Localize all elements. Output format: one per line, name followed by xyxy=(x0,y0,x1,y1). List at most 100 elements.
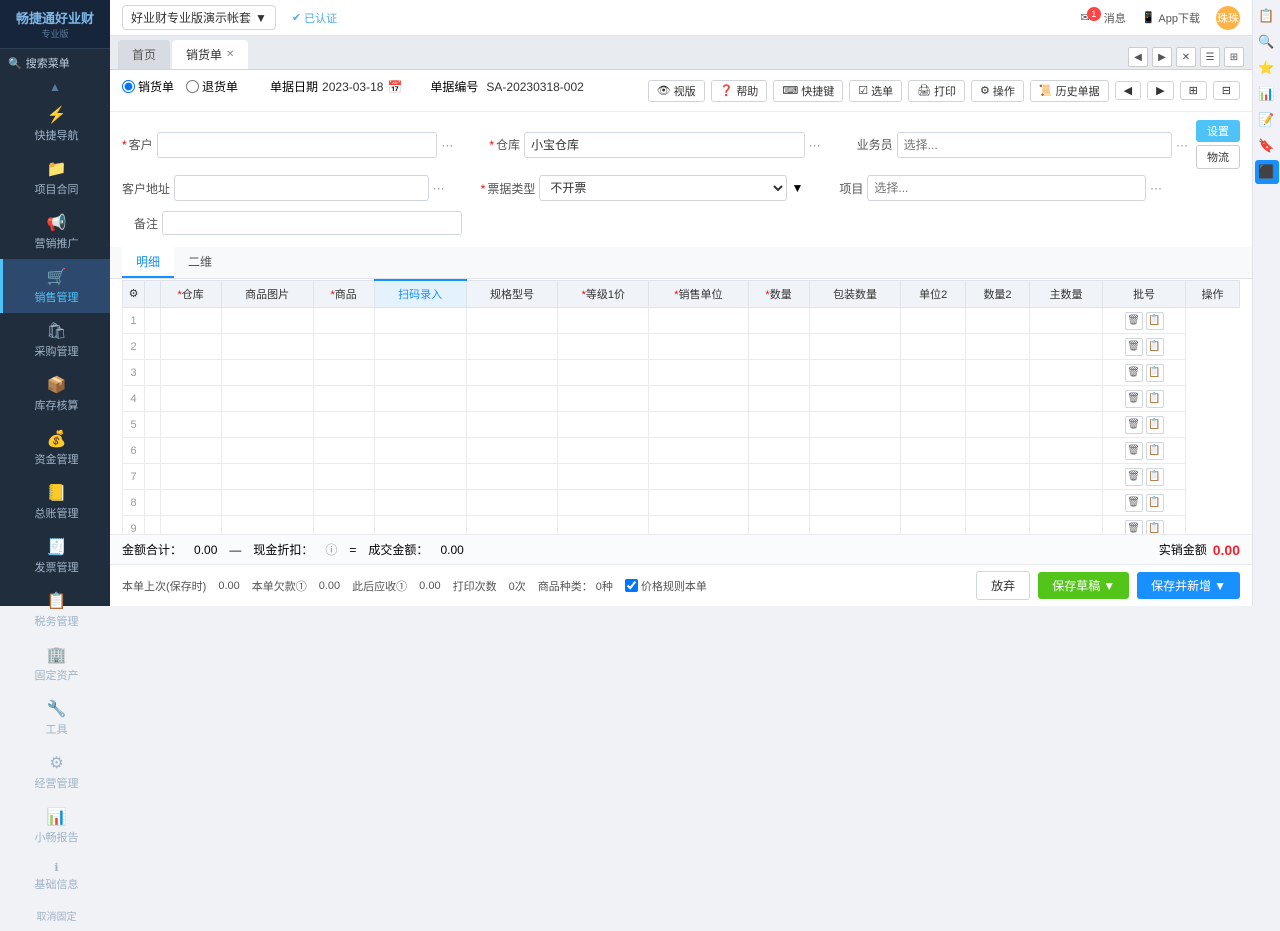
right-panel-icon-5[interactable]: 📝 xyxy=(1255,108,1279,132)
cell-scan[interactable] xyxy=(313,516,374,535)
cell-price[interactable] xyxy=(466,386,558,412)
sidebar-item-project[interactable]: 📁 项目合同 xyxy=(0,151,110,205)
cell-price[interactable] xyxy=(466,360,558,386)
cell-product[interactable] xyxy=(221,464,313,490)
cell-warehouse[interactable] xyxy=(145,386,161,412)
add-logistics-btn[interactable]: 物流 xyxy=(1196,145,1240,169)
cell-unit[interactable] xyxy=(558,334,649,360)
row-copy-btn[interactable]: 📋 xyxy=(1146,494,1164,512)
cell-price[interactable] xyxy=(466,412,558,438)
sidebar-item-cancel-fixed[interactable]: 取消固定 xyxy=(0,900,110,931)
abandon-btn[interactable]: 放弃 xyxy=(976,571,1030,600)
user-avatar[interactable]: 珠珠 xyxy=(1216,6,1240,30)
cell-pkg-qty[interactable] xyxy=(748,490,809,516)
row-delete-btn[interactable]: 🗑 xyxy=(1125,338,1143,356)
sidebar-item-fixed-assets[interactable]: 🏢 固定资产 xyxy=(0,637,110,691)
cell-main-qty[interactable] xyxy=(965,386,1029,412)
save-draft-btn[interactable]: 保存草稿 ▼ xyxy=(1038,572,1129,599)
cell-warehouse[interactable] xyxy=(145,490,161,516)
cell-main-qty[interactable] xyxy=(965,360,1029,386)
cell-batch[interactable] xyxy=(1030,464,1103,490)
radio-return-input[interactable] xyxy=(186,80,199,93)
layout-btn1[interactable]: ⊞ xyxy=(1180,81,1207,100)
cell-qty[interactable] xyxy=(649,490,748,516)
cell-qty[interactable] xyxy=(649,360,748,386)
cell-main-qty[interactable] xyxy=(965,334,1029,360)
address-lookup-btn[interactable]: ··· xyxy=(433,181,445,195)
cell-unit[interactable] xyxy=(558,490,649,516)
price-check-input[interactable] xyxy=(625,579,638,592)
right-panel-icon-7[interactable]: ⬛ xyxy=(1255,160,1279,184)
cell-qty2[interactable] xyxy=(901,490,965,516)
row-delete-btn[interactable]: 🗑 xyxy=(1125,468,1143,486)
cell-spec[interactable] xyxy=(374,308,466,334)
radio-sale-input[interactable] xyxy=(122,80,135,93)
cell-product[interactable] xyxy=(221,386,313,412)
price-check-label[interactable]: 价格规则本单 xyxy=(625,578,707,594)
warehouse-lookup-btn[interactable]: ··· xyxy=(809,138,821,152)
row-copy-btn[interactable]: 📋 xyxy=(1146,442,1164,460)
warehouse-input[interactable] xyxy=(524,132,805,158)
cell-spec[interactable] xyxy=(374,334,466,360)
tab-list-btn[interactable]: ☰ xyxy=(1200,47,1220,67)
cell-product[interactable] xyxy=(221,438,313,464)
project-lookup-btn[interactable]: ··· xyxy=(1150,181,1162,195)
right-panel-icon-1[interactable]: 📋 xyxy=(1255,4,1279,28)
tab-sale-order[interactable]: 销货单 ✕ xyxy=(172,40,248,69)
cell-unit[interactable] xyxy=(558,386,649,412)
history-btn[interactable]: 📜 历史单据 xyxy=(1030,80,1109,102)
cell-price[interactable] xyxy=(466,464,558,490)
cell-batch[interactable] xyxy=(1030,490,1103,516)
cell-pkg-qty[interactable] xyxy=(748,308,809,334)
col-scan[interactable]: 扫码录入 xyxy=(374,280,466,308)
col-settings[interactable]: ⚙ xyxy=(123,280,145,308)
help-circle-icon[interactable]: ⓘ xyxy=(325,541,337,558)
cell-product[interactable] xyxy=(221,360,313,386)
sidebar-item-invoice[interactable]: 🧾 发票管理 xyxy=(0,529,110,583)
sidebar-item-marketing[interactable]: 📢 营销推广 xyxy=(0,205,110,259)
row-delete-btn[interactable]: 🗑 xyxy=(1125,390,1143,408)
cell-scan[interactable] xyxy=(313,490,374,516)
tab-home[interactable]: 首页 xyxy=(118,40,170,69)
cell-unit[interactable] xyxy=(558,412,649,438)
tab-detail[interactable]: 明细 xyxy=(122,247,174,278)
cell-scan[interactable] xyxy=(313,438,374,464)
sidebar-item-purchase[interactable]: 🛍 采购管理 xyxy=(0,313,110,367)
app-download-btn[interactable]: 📱 App下载 xyxy=(1142,10,1200,26)
sidebar-search[interactable]: 🔍 搜索菜单 xyxy=(0,49,110,77)
address-input[interactable] xyxy=(174,175,429,201)
sidebar-item-operations[interactable]: ⚙ 经营管理 xyxy=(0,745,110,799)
tab-prev-btn[interactable]: ◀ xyxy=(1128,47,1148,67)
sidebar-item-report[interactable]: 📊 小畅报告 xyxy=(0,799,110,853)
cell-qty2[interactable] xyxy=(901,464,965,490)
sidebar-scroll-up[interactable]: ▲ xyxy=(0,77,110,97)
operation-btn[interactable]: ⚙ 操作 xyxy=(971,80,1024,102)
cell-main-qty[interactable] xyxy=(965,412,1029,438)
cell-pkg-qty[interactable] xyxy=(748,516,809,535)
cell-qty[interactable] xyxy=(649,516,748,535)
row-delete-btn[interactable]: 🗑 xyxy=(1125,312,1143,330)
cell-qty[interactable] xyxy=(649,334,748,360)
row-copy-btn[interactable]: 📋 xyxy=(1146,312,1164,330)
cell-pkg-qty[interactable] xyxy=(748,360,809,386)
cell-warehouse[interactable] xyxy=(145,516,161,535)
cell-spec[interactable] xyxy=(374,360,466,386)
right-panel-icon-3[interactable]: ⭐ xyxy=(1255,56,1279,80)
cell-qty2[interactable] xyxy=(901,438,965,464)
tab-2d[interactable]: 二维 xyxy=(174,247,226,278)
cell-main-qty[interactable] xyxy=(965,490,1029,516)
cell-pkg-qty[interactable] xyxy=(748,438,809,464)
cell-scan[interactable] xyxy=(313,360,374,386)
cell-batch[interactable] xyxy=(1030,308,1103,334)
cell-warehouse[interactable] xyxy=(145,334,161,360)
shortcut-btn[interactable]: ⌨ 快捷键 xyxy=(773,80,843,102)
help-btn[interactable]: ❓ 帮助 xyxy=(711,80,768,102)
sidebar-item-accounting[interactable]: 📒 总账管理 xyxy=(0,475,110,529)
sidebar-item-finance[interactable]: 💰 资金管理 xyxy=(0,421,110,475)
row-copy-btn[interactable]: 📋 xyxy=(1146,364,1164,382)
cell-unit[interactable] xyxy=(558,308,649,334)
radio-return[interactable]: 退货单 xyxy=(186,78,238,95)
salesperson-input[interactable] xyxy=(897,132,1172,158)
cell-product[interactable] xyxy=(221,308,313,334)
cell-product[interactable] xyxy=(221,516,313,535)
